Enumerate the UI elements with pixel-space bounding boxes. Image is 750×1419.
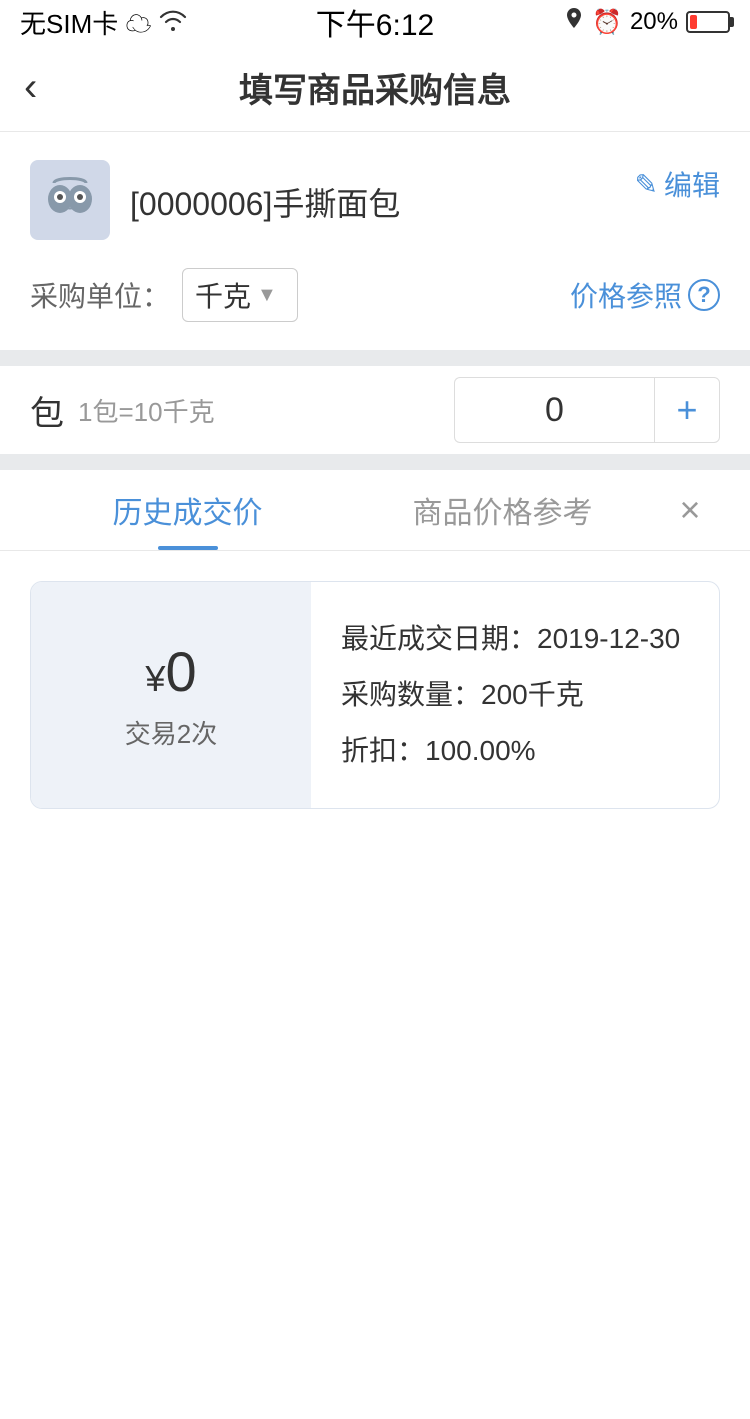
carrier-text: 无SIM卡 ☁ [20,4,151,41]
quantity-increment-button[interactable]: + [654,377,720,443]
page-bottom-whitespace [0,839,750,1419]
product-logo-icon [40,171,100,230]
nav-bar: ‹ 填写商品采购信息 [0,44,750,132]
quantity-value: 0 [545,391,564,430]
history-price-value: ¥0 [145,639,196,704]
bottom-panel: 历史成交价 商品价格参考 × ¥0 交易2次 最近成交日期：2019-12-30… [0,470,750,839]
section-divider-2 [0,454,750,470]
discount-value: 100.00% [425,735,536,766]
status-left: 无SIM卡 ☁ [20,4,187,41]
quantity-detail-label: 采购数量： [341,679,481,710]
product-thumbnail [30,160,110,240]
unit-value: 千克 [195,275,251,315]
currency-symbol: ¥ [145,658,165,699]
product-name: [0000006]手撕面包 [130,175,400,225]
history-discount-row: 折扣：100.00% [341,730,689,772]
product-header: [0000006]手撕面包 ✎ 编辑 [30,160,720,240]
close-icon: × [679,489,700,531]
product-left: [0000006]手撕面包 [30,160,400,240]
dropdown-arrow-icon: ▼ [257,284,277,307]
history-quantity-row: 采购数量：200千克 [341,674,689,716]
quantity-input[interactable]: 0 [454,377,654,443]
tab-history-price[interactable]: 历史成交价 [30,470,345,550]
quantity-row: 包 1包=10千克 0 + [0,366,750,454]
back-button[interactable]: ‹ [24,65,37,110]
tab-price-ref-label: 商品价格参考 [413,488,593,532]
battery-icon [686,11,730,33]
quantity-left: 包 1包=10千克 [30,386,215,435]
quantity-detail-value: 200千克 [481,679,584,710]
history-date-row: 最近成交日期：2019-12-30 [341,618,689,660]
edit-button[interactable]: ✎ 编辑 [635,160,720,204]
price-ref-label: 价格参照 [570,275,682,315]
edit-label: 编辑 [664,164,720,204]
unit-label: 采购单位： [30,275,170,315]
wifi-icon [159,7,187,38]
tab-product-price-ref[interactable]: 商品价格参考 [345,470,660,550]
section-divider [0,350,750,366]
package-label: 包 [30,386,64,435]
info-icon: ? [688,279,720,311]
tabs-row: 历史成交价 商品价格参考 × [0,470,750,551]
history-trades-count: 交易2次 [125,714,217,751]
date-value: 2019-12-30 [537,623,680,654]
price-reference-button[interactable]: 价格参照 ? [570,275,720,315]
plus-icon: + [676,389,697,431]
history-price-right: 最近成交日期：2019-12-30 采购数量：200千克 折扣：100.00% [311,582,719,808]
status-right: ⏰ 20% [564,8,730,37]
tab-close-button[interactable]: × [660,470,720,550]
package-unit-info: 1包=10千克 [78,392,215,429]
unit-left: 采购单位： 千克 ▼ [30,268,298,322]
price-number: 0 [165,640,196,703]
product-card: [0000006]手撕面包 ✎ 编辑 采购单位： 千克 ▼ 价格参照 ? [0,132,750,350]
page-title: 填写商品采购信息 [239,63,511,112]
unit-select-dropdown[interactable]: 千克 ▼ [182,268,298,322]
battery-percent: 20% [630,8,678,36]
alarm-icon: ⏰ [592,8,622,37]
date-label: 最近成交日期： [341,623,537,654]
status-bar: 无SIM卡 ☁ 下午6:12 ⏰ 20% [0,0,750,44]
tab-content-history: ¥0 交易2次 最近成交日期：2019-12-30 采购数量：200千克 折扣：… [0,551,750,839]
tab-history-label: 历史成交价 [113,488,263,532]
quantity-right: 0 + [454,377,720,443]
discount-label: 折扣： [341,735,425,766]
edit-icon: ✎ [635,168,658,201]
history-price-left: ¥0 交易2次 [31,582,311,808]
history-price-card: ¥0 交易2次 最近成交日期：2019-12-30 采购数量：200千克 折扣：… [30,581,720,809]
location-icon [564,8,584,37]
status-time: 下午6:12 [316,0,434,44]
product-unit-row: 采购单位： 千克 ▼ 价格参照 ? [30,268,720,322]
